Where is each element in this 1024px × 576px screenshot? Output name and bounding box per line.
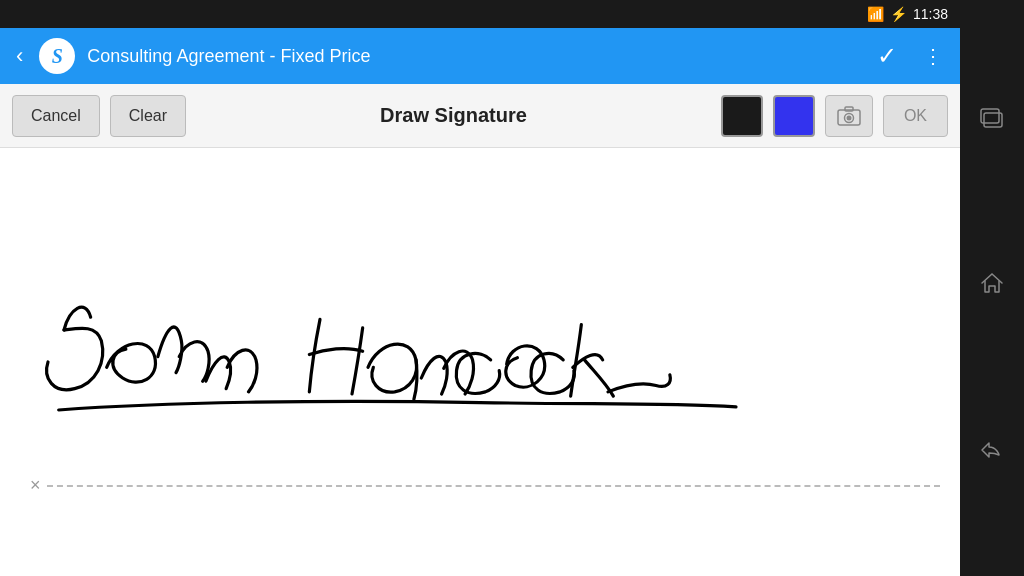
- status-icons: 📶 ⚡ 11:38: [867, 6, 948, 22]
- svg-point-3: [846, 115, 851, 120]
- camera-button[interactable]: [825, 95, 873, 137]
- baseline-dashed-line: [47, 485, 940, 487]
- home-icon[interactable]: [979, 270, 1005, 302]
- status-bar: 📶 ⚡ 11:38: [0, 0, 960, 28]
- color-blue-swatch[interactable]: [773, 95, 815, 137]
- back-icon[interactable]: [979, 437, 1005, 469]
- ok-button[interactable]: OK: [883, 95, 948, 137]
- signature-canvas[interactable]: ×: [0, 148, 960, 576]
- check-button[interactable]: ✓: [867, 38, 907, 74]
- nav-title: Consulting Agreement - Fixed Price: [87, 46, 859, 67]
- android-nav-strip: [960, 0, 1024, 576]
- color-black-swatch[interactable]: [721, 95, 763, 137]
- app-logo: S: [39, 38, 75, 74]
- signature-toolbar: Cancel Clear Draw Signature OK: [0, 84, 960, 148]
- status-time: 11:38: [913, 6, 948, 22]
- nav-bar: ‹ S Consulting Agreement - Fixed Price ✓…: [0, 28, 960, 84]
- clear-button[interactable]: Clear: [110, 95, 186, 137]
- svg-rect-2: [845, 107, 853, 111]
- signature-baseline: ×: [30, 475, 940, 496]
- back-button[interactable]: ‹: [8, 39, 31, 73]
- toolbar-title: Draw Signature: [196, 104, 711, 127]
- battery-icon: ⚡: [890, 6, 907, 22]
- signature-drawing: [0, 148, 960, 576]
- recent-apps-icon[interactable]: [979, 107, 1005, 135]
- wifi-icon: 📶: [867, 6, 884, 22]
- baseline-x-marker: ×: [30, 475, 41, 496]
- more-button[interactable]: ⋮: [915, 40, 952, 72]
- cancel-button[interactable]: Cancel: [12, 95, 100, 137]
